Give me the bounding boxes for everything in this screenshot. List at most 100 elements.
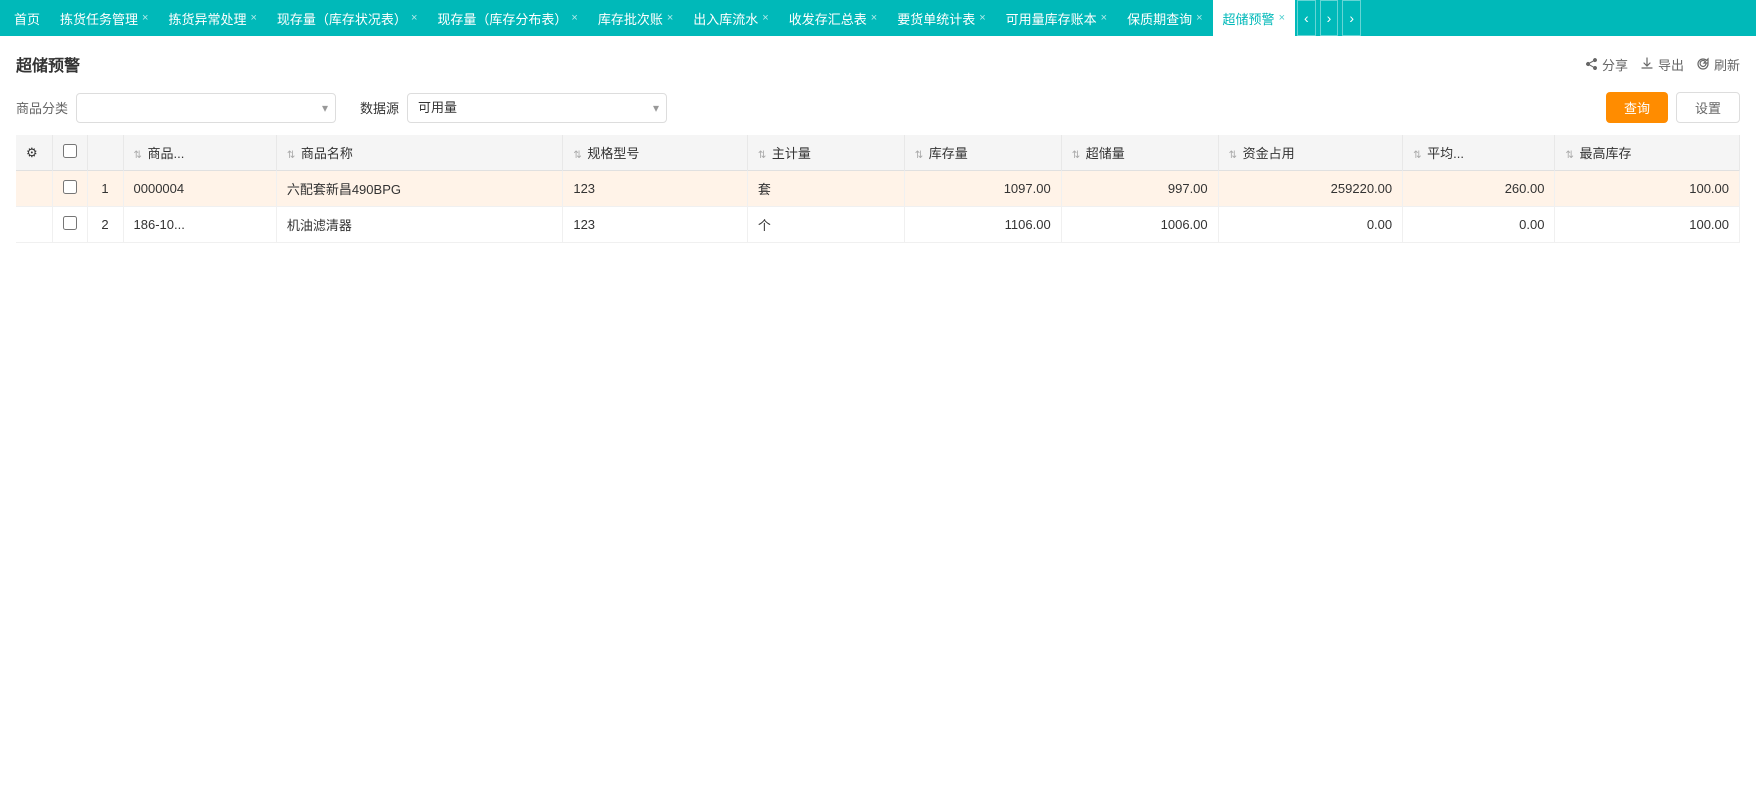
page-title: 超储预警 bbox=[16, 52, 80, 76]
datasource-select[interactable]: 可用量 现存量 bbox=[407, 93, 667, 123]
nav-item-8[interactable]: 要货单统计表 × bbox=[887, 0, 995, 36]
nav-item-home-label: 首页 bbox=[14, 9, 40, 28]
close-icon[interactable]: × bbox=[571, 12, 577, 24]
nav-item-3[interactable]: 现存量（库存状况表） × bbox=[267, 0, 427, 36]
close-icon[interactable]: × bbox=[762, 12, 768, 24]
row-unit: 套 bbox=[747, 171, 904, 207]
nav-arrow-more[interactable]: › bbox=[1342, 0, 1361, 36]
export-label: 导出 bbox=[1658, 55, 1684, 74]
close-icon[interactable]: × bbox=[250, 12, 256, 24]
refresh-button[interactable]: 刷新 bbox=[1696, 55, 1740, 74]
spec-col-label: 规格型号 bbox=[587, 146, 639, 161]
stock-column-header[interactable]: ⇅ 库存量 bbox=[904, 135, 1061, 171]
nav-arrow-right[interactable]: › bbox=[1320, 0, 1339, 36]
row-checkbox[interactable] bbox=[63, 180, 77, 194]
row-spec: 123 bbox=[563, 171, 747, 207]
nav-item-9[interactable]: 可用量库存账本 × bbox=[996, 0, 1117, 36]
unit-col-label: 主计量 bbox=[772, 146, 811, 161]
row-capital: 0.00 bbox=[1218, 207, 1402, 243]
settings-button[interactable]: 设置 bbox=[1676, 92, 1740, 123]
filter-btn-group: 查询 设置 bbox=[1606, 92, 1740, 123]
sort-icon: ⇅ bbox=[1413, 150, 1421, 161]
avg-col-label: 平均... bbox=[1427, 146, 1464, 161]
close-icon[interactable]: × bbox=[1101, 12, 1107, 24]
nav-item-1[interactable]: 拣货任务管理 × bbox=[50, 0, 158, 36]
nav-item-1-label: 拣货任务管理 bbox=[60, 9, 138, 28]
nav-item-2-label: 拣货异常处理 bbox=[168, 9, 246, 28]
main-content: 超储预警 分享 导出 刷新 商品 bbox=[0, 36, 1756, 800]
row-checkbox[interactable] bbox=[63, 216, 77, 230]
capital-col-label: 资金占用 bbox=[1243, 146, 1295, 161]
nav-item-home[interactable]: 首页 bbox=[4, 0, 50, 36]
row-checkbox-cell[interactable] bbox=[52, 207, 87, 243]
export-icon bbox=[1640, 57, 1654, 71]
capital-column-header[interactable]: ⇅ 资金占用 bbox=[1218, 135, 1402, 171]
row-gear-cell bbox=[16, 171, 52, 207]
row-capital: 259220.00 bbox=[1218, 171, 1402, 207]
sort-icon: ⇅ bbox=[573, 150, 581, 161]
checkbox-column-header[interactable] bbox=[52, 135, 87, 171]
category-select[interactable] bbox=[76, 93, 336, 123]
product-code-col-label: 商品... bbox=[148, 146, 185, 161]
datasource-select-wrap: 可用量 现存量 ▾ bbox=[407, 93, 667, 123]
product-code-column-header[interactable]: ⇅ 商品... bbox=[123, 135, 276, 171]
overstock-column-header[interactable]: ⇅ 超储量 bbox=[1061, 135, 1218, 171]
nav-arrow-left[interactable]: ‹ bbox=[1297, 0, 1316, 36]
product-name-column-header[interactable]: ⇅ 商品名称 bbox=[276, 135, 563, 171]
nav-item-5[interactable]: 库存批次账 × bbox=[588, 0, 683, 36]
maxstock-col-label: 最高库存 bbox=[1579, 146, 1631, 161]
nav-item-4[interactable]: 现存量（库存分布表） × bbox=[427, 0, 587, 36]
row-avg: 260.00 bbox=[1403, 171, 1555, 207]
close-icon[interactable]: × bbox=[1279, 12, 1285, 24]
maxstock-column-header[interactable]: ⇅ 最高库存 bbox=[1555, 135, 1740, 171]
spec-column-header[interactable]: ⇅ 规格型号 bbox=[563, 135, 747, 171]
stock-col-label: 库存量 bbox=[929, 146, 968, 161]
header-actions: 分享 导出 刷新 bbox=[1584, 55, 1740, 74]
category-select-wrap: ▾ bbox=[76, 93, 336, 123]
sort-icon: ⇅ bbox=[758, 150, 766, 161]
nav-item-2[interactable]: 拣货异常处理 × bbox=[158, 0, 266, 36]
row-max-stock: 100.00 bbox=[1555, 207, 1740, 243]
query-button[interactable]: 查询 bbox=[1606, 92, 1668, 123]
sort-icon: ⇅ bbox=[287, 150, 295, 161]
close-icon[interactable]: × bbox=[979, 12, 985, 24]
overstock-col-label: 超储量 bbox=[1086, 146, 1125, 161]
nav-item-6[interactable]: 出入库流水 × bbox=[683, 0, 778, 36]
unit-column-header[interactable]: ⇅ 主计量 bbox=[747, 135, 904, 171]
close-icon[interactable]: × bbox=[1196, 12, 1202, 24]
table-row[interactable]: 1 0000004 六配套新昌490BPG 123 套 1097.00 997.… bbox=[16, 171, 1740, 207]
row-stock: 1097.00 bbox=[904, 171, 1061, 207]
row-product-name: 机油滤清器 bbox=[276, 207, 563, 243]
row-checkbox-cell[interactable] bbox=[52, 171, 87, 207]
table-row[interactable]: 2 186-10... 机油滤清器 123 个 1106.00 1006.00 … bbox=[16, 207, 1740, 243]
close-icon[interactable]: × bbox=[411, 12, 417, 24]
datasource-filter: 数据源 可用量 现存量 ▾ bbox=[360, 93, 667, 123]
row-stock: 1106.00 bbox=[904, 207, 1061, 243]
share-button[interactable]: 分享 bbox=[1584, 55, 1628, 74]
refresh-label: 刷新 bbox=[1714, 55, 1740, 74]
row-num: 1 bbox=[87, 171, 123, 207]
nav-item-4-label: 现存量（库存分布表） bbox=[437, 9, 567, 28]
nav-item-5-label: 库存批次账 bbox=[598, 9, 663, 28]
row-max-stock: 100.00 bbox=[1555, 171, 1740, 207]
top-nav: 首页 拣货任务管理 × 拣货异常处理 × 现存量（库存状况表） × 现存量（库存… bbox=[0, 0, 1756, 36]
sort-icon: ⇅ bbox=[1565, 150, 1573, 161]
gear-column-header[interactable]: ⚙ bbox=[16, 135, 52, 171]
nav-item-10[interactable]: 保质期查询 × bbox=[1117, 0, 1212, 36]
close-icon[interactable]: × bbox=[142, 12, 148, 24]
sort-icon: ⇅ bbox=[1229, 150, 1237, 161]
nav-item-10-label: 保质期查询 bbox=[1127, 9, 1192, 28]
avg-column-header[interactable]: ⇅ 平均... bbox=[1403, 135, 1555, 171]
close-icon[interactable]: × bbox=[667, 12, 673, 24]
nav-item-active[interactable]: 超储预警 × bbox=[1213, 0, 1295, 36]
nav-item-7[interactable]: 收发存汇总表 × bbox=[779, 0, 887, 36]
share-icon bbox=[1584, 57, 1598, 71]
product-name-col-label: 商品名称 bbox=[301, 146, 353, 161]
nav-item-9-label: 可用量库存账本 bbox=[1006, 9, 1097, 28]
select-all-checkbox[interactable] bbox=[63, 144, 77, 158]
close-icon[interactable]: × bbox=[871, 12, 877, 24]
table-header: ⚙ ⇅ 商品... ⇅ 商品名称 ⇅ 规格型号 bbox=[16, 135, 1740, 171]
sort-icon: ⇅ bbox=[134, 150, 142, 161]
export-button[interactable]: 导出 bbox=[1640, 55, 1684, 74]
row-product-code: 0000004 bbox=[123, 171, 276, 207]
